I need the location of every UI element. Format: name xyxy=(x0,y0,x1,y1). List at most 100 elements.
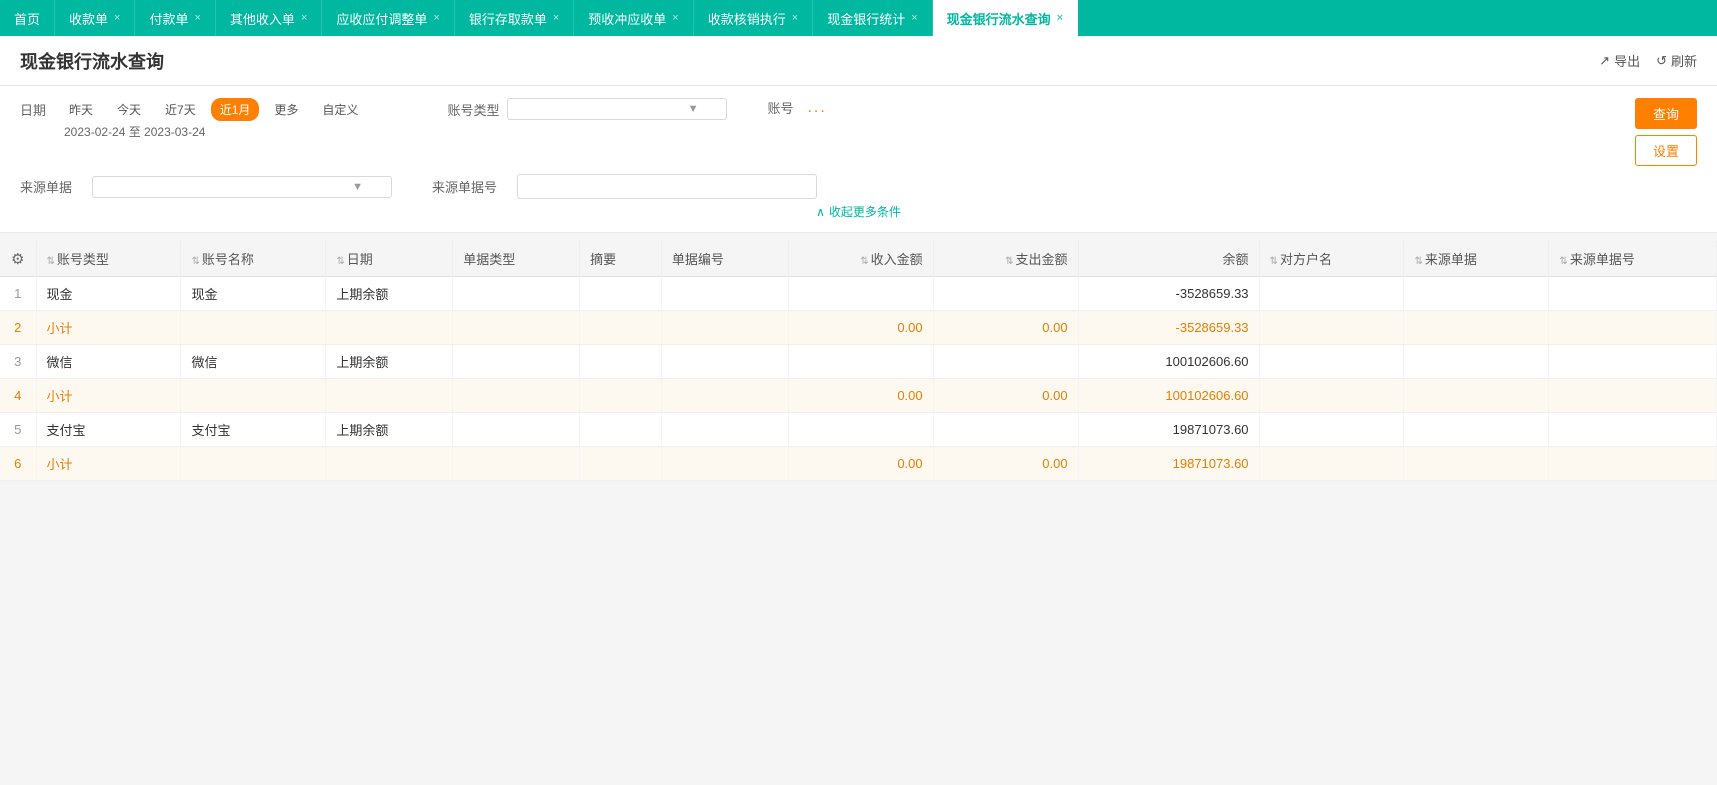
table-row: 2小计0.000.00-3528659.33 xyxy=(0,311,1717,345)
nav-tab[interactable]: 银行存取款单× xyxy=(455,0,574,36)
cell-balance: 19871073.60 xyxy=(1078,447,1259,481)
sort-arrows-icon: ⇅ xyxy=(47,256,55,267)
cell-income: 0.00 xyxy=(788,447,933,481)
nav-tab[interactable]: 应收应付调整单× xyxy=(322,0,454,36)
cell-income xyxy=(788,345,933,379)
sort-arrows-icon: ⇅ xyxy=(1559,256,1567,267)
cell-doc_no xyxy=(661,311,788,345)
date-option[interactable]: 昨天 xyxy=(60,98,102,121)
nav-tab[interactable]: 其他收入单× xyxy=(216,0,322,36)
collapse-bar[interactable]: ∧ 收起更多条件 xyxy=(20,199,1697,224)
sort-arrows-icon: ⇅ xyxy=(336,256,344,267)
tab-close-icon[interactable]: × xyxy=(194,12,200,24)
column-header-source_doc_no[interactable]: ⇅来源单据号 xyxy=(1549,241,1717,277)
nav-home[interactable]: 首页 xyxy=(0,0,55,36)
nav-tab[interactable]: 付款单× xyxy=(135,0,215,36)
tab-close-icon[interactable]: × xyxy=(433,12,439,24)
cell-date: 上期余额 xyxy=(326,277,453,311)
column-header-account_name[interactable]: ⇅账号名称 xyxy=(181,241,326,277)
row-num: 3 xyxy=(0,345,36,379)
cell-summary xyxy=(580,345,662,379)
cell-summary xyxy=(580,379,662,413)
column-header-settings: ⚙ xyxy=(0,241,36,277)
sort-arrows-icon: ⇅ xyxy=(191,256,199,267)
source-doc-no-label: 来源单据号 xyxy=(432,177,497,196)
gear-icon[interactable]: ⚙ xyxy=(11,251,24,268)
column-header-account_type[interactable]: ⇅账号类型 xyxy=(36,241,181,277)
cell-account_type: 支付宝 xyxy=(36,413,181,447)
cell-account_type: 小计 xyxy=(36,447,181,481)
nav-tab[interactable]: 收款核销执行× xyxy=(694,0,813,36)
collapse-up-icon: ∧ xyxy=(816,205,825,219)
cell-counterparty xyxy=(1259,345,1404,379)
cell-source_doc_no xyxy=(1549,311,1717,345)
column-header-income[interactable]: ⇅收入金额 xyxy=(788,241,933,277)
cell-source_doc_no xyxy=(1549,447,1717,481)
date-range-display: 2023-02-24 至 2023-03-24 xyxy=(64,125,205,139)
cell-account_name xyxy=(181,311,326,345)
cell-summary xyxy=(580,413,662,447)
nav-tab[interactable]: 现金银行流水查询× xyxy=(933,0,1078,36)
nav-tab[interactable]: 现金银行统计× xyxy=(813,0,932,36)
cell-expense: 0.00 xyxy=(933,447,1078,481)
cell-account_name xyxy=(181,379,326,413)
cell-source_doc xyxy=(1404,447,1549,481)
account-dots-button[interactable]: ... xyxy=(807,99,826,117)
date-option[interactable]: 自定义 xyxy=(313,98,367,121)
settings-button[interactable]: 设置 xyxy=(1635,135,1697,166)
date-option[interactable]: 近7天 xyxy=(156,98,205,121)
top-navigation: 首页 收款单×付款单×其他收入单×应收应付调整单×银行存取款单×预收冲应收单×收… xyxy=(0,0,1717,36)
cell-doc_type xyxy=(453,447,580,481)
column-header-expense[interactable]: ⇅支出金额 xyxy=(933,241,1078,277)
cell-expense: 0.00 xyxy=(933,311,1078,345)
row-num: 6 xyxy=(0,447,36,481)
source-doc-select[interactable]: ▼ xyxy=(92,176,392,198)
cell-date: 上期余额 xyxy=(326,345,453,379)
cell-counterparty xyxy=(1259,447,1404,481)
date-option[interactable]: 今天 xyxy=(108,98,150,121)
cell-doc_no xyxy=(661,379,788,413)
account-label: 账号 xyxy=(767,98,799,117)
cell-summary xyxy=(580,447,662,481)
query-button[interactable]: 查询 xyxy=(1635,98,1697,129)
refresh-button[interactable]: ↺ 刷新 xyxy=(1656,51,1697,70)
column-header-doc_no: 单据编号 xyxy=(661,241,788,277)
table-body: 1现金现金上期余额-3528659.332小计0.000.00-3528659.… xyxy=(0,277,1717,481)
export-button[interactable]: ↗ 导出 xyxy=(1599,51,1640,70)
cell-source_doc xyxy=(1404,345,1549,379)
tab-close-icon[interactable]: × xyxy=(792,12,798,24)
column-header-summary: 摘要 xyxy=(580,241,662,277)
tab-close-icon[interactable]: × xyxy=(114,12,120,24)
account-type-label: 账号类型 xyxy=(447,100,499,119)
cell-account_type: 小计 xyxy=(36,379,181,413)
table-header-row: ⚙⇅账号类型⇅账号名称⇅日期单据类型摘要单据编号⇅收入金额⇅支出金额余额⇅对方户… xyxy=(0,241,1717,277)
cell-summary xyxy=(580,311,662,345)
cell-balance: 100102606.60 xyxy=(1078,379,1259,413)
column-header-date[interactable]: ⇅日期 xyxy=(326,241,453,277)
cell-account_type: 微信 xyxy=(36,345,181,379)
cell-account_name xyxy=(181,447,326,481)
date-option[interactable]: 更多 xyxy=(265,98,307,121)
tab-close-icon[interactable]: × xyxy=(553,12,559,24)
row-num: 2 xyxy=(0,311,36,345)
cell-counterparty xyxy=(1259,379,1404,413)
account-type-chevron: ▼ xyxy=(688,103,699,115)
cell-source_doc_no xyxy=(1549,413,1717,447)
cell-date xyxy=(326,379,453,413)
nav-tab[interactable]: 收款单× xyxy=(55,0,135,36)
nav-tab[interactable]: 预收冲应收单× xyxy=(574,0,693,36)
cell-balance: 100102606.60 xyxy=(1078,345,1259,379)
column-header-source_doc[interactable]: ⇅来源单据 xyxy=(1404,241,1549,277)
header-actions: ↗ 导出 ↺ 刷新 xyxy=(1599,51,1697,70)
column-header-counterparty[interactable]: ⇅对方户名 xyxy=(1259,241,1404,277)
tab-close-icon[interactable]: × xyxy=(672,12,678,24)
date-option[interactable]: 近1月 xyxy=(211,98,260,121)
cell-source_doc_no xyxy=(1549,379,1717,413)
tab-close-icon[interactable]: × xyxy=(1057,12,1063,24)
account-type-select[interactable]: ▼ xyxy=(507,98,727,120)
source-doc-no-input[interactable] xyxy=(517,174,817,199)
sort-arrows-icon: ⇅ xyxy=(860,256,868,267)
tab-close-icon[interactable]: × xyxy=(301,12,307,24)
tab-close-icon[interactable]: × xyxy=(911,12,917,24)
cell-source_doc xyxy=(1404,413,1549,447)
